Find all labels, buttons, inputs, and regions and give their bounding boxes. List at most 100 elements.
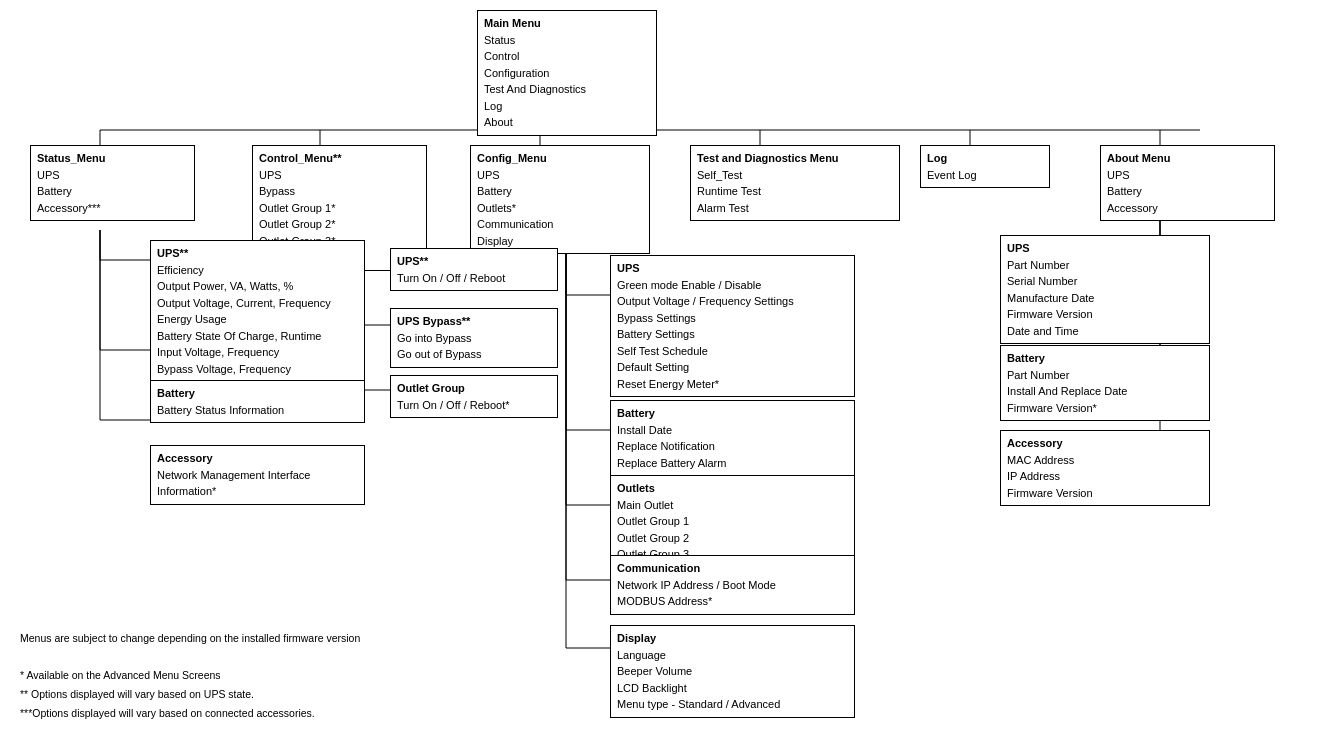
footnote-subject: Menus are subject to change depending on… (20, 629, 360, 648)
status-ups-output-power: Output Power, VA, Watts, % (157, 278, 358, 295)
log-eventlog: Event Log (927, 167, 1043, 184)
main-menu-about: About (484, 114, 650, 131)
config-battery-box: Battery Install Date Replace Notificatio… (610, 400, 855, 476)
config-display-box: Display Language Beeper Volume LCD Backl… (610, 625, 855, 718)
config-comm-network: Network IP Address / Boot Mode (617, 577, 848, 594)
status-battery-info: Battery Status Information (157, 402, 358, 419)
about-accessory-box: Accessory MAC Address IP Address Firmwar… (1000, 430, 1210, 506)
config-display-title: Display (617, 630, 848, 647)
config-display-beeper: Beeper Volume (617, 663, 848, 680)
about-battery-firmware: Firmware Version* (1007, 400, 1203, 417)
main-menu-control: Control (484, 48, 650, 65)
footnote-star: * Available on the Advanced Menu Screens (20, 666, 360, 685)
config-outlets-og2: Outlet Group 2 (617, 530, 848, 547)
status-ups-efficiency: Efficiency (157, 262, 358, 279)
config-menu-comm: Communication (477, 216, 643, 233)
config-menu-title: Config_Menu (477, 150, 643, 167)
config-menu-ups: UPS (477, 167, 643, 184)
status-ups-bypass-voltage: Bypass Voltage, Frequency (157, 361, 358, 378)
status-accessory-box: Accessory Network Management Interface I… (150, 445, 365, 505)
about-battery-box: Battery Part Number Install And Replace … (1000, 345, 1210, 421)
test-menu-runtime: Runtime Test (697, 183, 893, 200)
log-box: Log Event Log (920, 145, 1050, 188)
control-outlet-title: Outlet Group (397, 380, 551, 397)
config-outlets-main: Main Outlet (617, 497, 848, 514)
config-outlets-title: Outlets (617, 480, 848, 497)
control-outlet-box: Outlet Group Turn On / Off / Reboot* (390, 375, 558, 418)
status-menu-title: Status_Menu (37, 150, 188, 167)
about-ups-box: UPS Part Number Serial Number Manufactur… (1000, 235, 1210, 344)
status-battery-box: Battery Battery Status Information (150, 380, 365, 423)
test-menu-selftest: Self_Test (697, 167, 893, 184)
status-ups-title: UPS** (157, 245, 358, 262)
config-battery-replace-notif: Replace Notification (617, 438, 848, 455)
main-menu-status: Status (484, 32, 650, 49)
status-menu-accessory: Accessory*** (37, 200, 188, 217)
config-ups-default: Default Setting (617, 359, 848, 376)
about-menu-accessory: Accessory (1107, 200, 1268, 217)
log-title: Log (927, 150, 1043, 167)
about-ups-mfg: Manufacture Date (1007, 290, 1203, 307)
about-accessory-title: Accessory (1007, 435, 1203, 452)
config-comm-title: Communication (617, 560, 848, 577)
control-menu-og1: Outlet Group 1* (259, 200, 420, 217)
config-ups-reset: Reset Energy Meter* (617, 376, 848, 393)
status-accessory-info: Network Management Interface Information… (157, 467, 358, 500)
about-menu-battery: Battery (1107, 183, 1268, 200)
config-ups-green: Green mode Enable / Disable (617, 277, 848, 294)
main-menu-box: Main Menu Status Control Configuration T… (477, 10, 657, 136)
control-bypass-title: UPS Bypass** (397, 313, 551, 330)
config-ups-battery: Battery Settings (617, 326, 848, 343)
about-menu-ups: UPS (1107, 167, 1268, 184)
main-menu-title: Main Menu (484, 15, 650, 32)
config-ups-box: UPS Green mode Enable / Disable Output V… (610, 255, 855, 397)
status-menu-box: Status_Menu UPS Battery Accessory*** (30, 145, 195, 221)
control-ups-box: UPS** Turn On / Off / Reboot (390, 248, 558, 291)
about-ups-part: Part Number (1007, 257, 1203, 274)
main-menu-configuration: Configuration (484, 65, 650, 82)
page: Main Menu Status Control Configuration T… (0, 0, 1324, 733)
about-ups-title: UPS (1007, 240, 1203, 257)
config-display-lcd: LCD Backlight (617, 680, 848, 697)
footnote-doublestar: ** Options displayed will vary based on … (20, 685, 360, 704)
about-ups-firmware: Firmware Version (1007, 306, 1203, 323)
test-menu-box: Test and Diagnostics Menu Self_Test Runt… (690, 145, 900, 221)
control-bypass-go-out: Go out of Bypass (397, 346, 551, 363)
control-menu-og2: Outlet Group 2* (259, 216, 420, 233)
footnote-blank (20, 647, 360, 666)
status-menu-ups: UPS (37, 167, 188, 184)
config-menu-battery: Battery (477, 183, 643, 200)
status-battery-title: Battery (157, 385, 358, 402)
status-ups-input-voltage: Input Voltage, Frequency (157, 344, 358, 361)
about-accessory-mac: MAC Address (1007, 452, 1203, 469)
config-ups-bypass: Bypass Settings (617, 310, 848, 327)
about-battery-part: Part Number (1007, 367, 1203, 384)
control-ups-action: Turn On / Off / Reboot (397, 270, 551, 287)
about-ups-date: Date and Time (1007, 323, 1203, 340)
status-ups-energy: Energy Usage (157, 311, 358, 328)
config-battery-install: Install Date (617, 422, 848, 439)
main-menu-test: Test And Diagnostics (484, 81, 650, 98)
config-comm-box: Communication Network IP Address / Boot … (610, 555, 855, 615)
about-menu-title: About Menu (1107, 150, 1268, 167)
footnote-triplestar: ***Options displayed will vary based on … (20, 704, 360, 723)
status-accessory-title: Accessory (157, 450, 358, 467)
config-battery-title: Battery (617, 405, 848, 422)
control-menu-bypass: Bypass (259, 183, 420, 200)
control-menu-title: Control_Menu** (259, 150, 420, 167)
test-menu-title: Test and Diagnostics Menu (697, 150, 893, 167)
status-ups-battery-state: Battery State Of Charge, Runtime (157, 328, 358, 345)
config-outlets-box: Outlets Main Outlet Outlet Group 1 Outle… (610, 475, 855, 568)
about-accessory-ip: IP Address (1007, 468, 1203, 485)
config-menu-box: Config_Menu UPS Battery Outlets* Communi… (470, 145, 650, 254)
control-outlet-action: Turn On / Off / Reboot* (397, 397, 551, 414)
about-ups-serial: Serial Number (1007, 273, 1203, 290)
control-ups-title: UPS** (397, 253, 551, 270)
config-menu-display: Display (477, 233, 643, 250)
control-bypass-go-into: Go into Bypass (397, 330, 551, 347)
main-menu-log: Log (484, 98, 650, 115)
config-ups-output: Output Voltage / Frequency Settings (617, 293, 848, 310)
status-ups-output-voltage: Output Voltage, Current, Frequency (157, 295, 358, 312)
config-ups-selftest: Self Test Schedule (617, 343, 848, 360)
about-menu-box: About Menu UPS Battery Accessory (1100, 145, 1275, 221)
